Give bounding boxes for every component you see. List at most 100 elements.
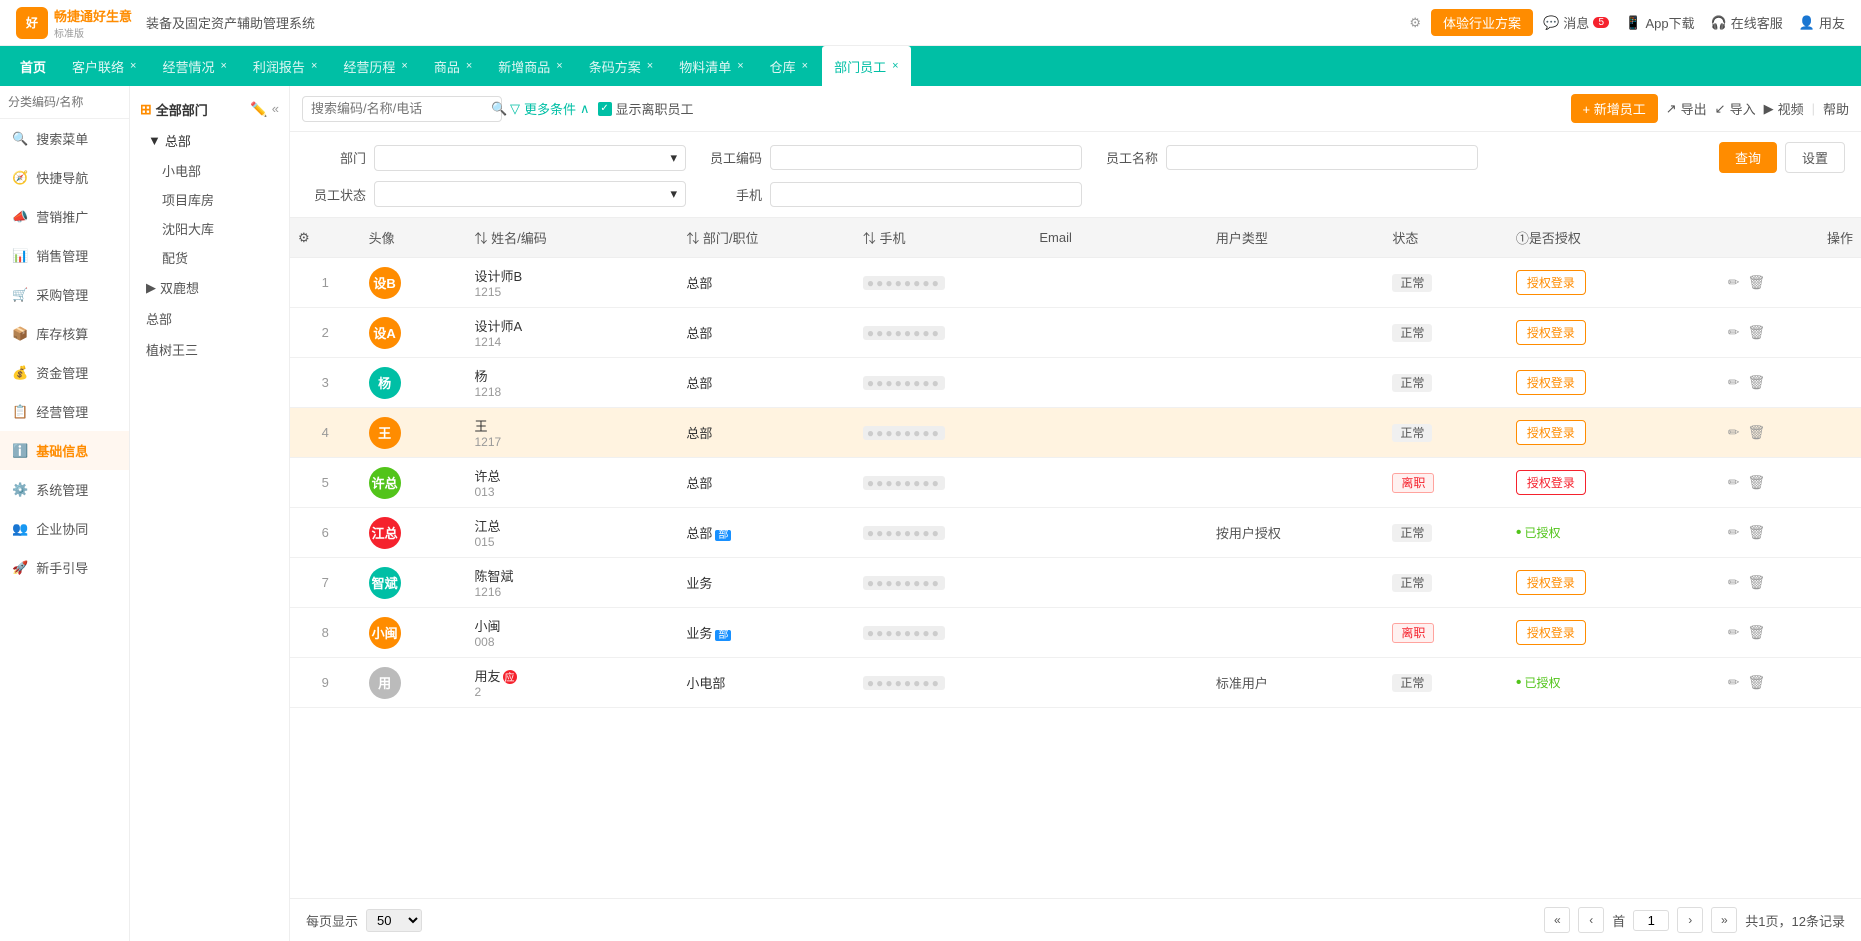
import-btn[interactable]: ↙ 导入 [1715,99,1756,118]
dept-item-zongbu[interactable]: 总部 [130,303,289,334]
edit-icon[interactable]: ✏ [1728,624,1740,641]
tab-customer[interactable]: 客户联络 × [60,46,148,86]
settings-icon[interactable]: ⚙ [1409,15,1421,31]
col-settings[interactable]: ⚙ [290,218,361,258]
status-select[interactable]: ▾ [374,181,686,207]
tab-history[interactable]: 经营历程 × [331,46,419,86]
auth-btn[interactable]: 授权登录 [1516,270,1586,295]
user-avatar[interactable]: 👤 用友 [1799,13,1845,32]
sidebar-item-basic-info[interactable]: ℹ️基础信息 [0,431,129,470]
auth-btn[interactable]: 授权登录 [1516,370,1586,395]
delete-icon[interactable]: 🗑 [1747,424,1765,441]
tab-operations[interactable]: 经营情况 × [150,46,238,86]
help-btn[interactable]: 帮助 [1823,99,1849,118]
dept-item-zhishu[interactable]: 植树王三 [130,334,289,365]
col-phone[interactable]: ⇅ 手机 [855,218,1032,258]
edit-icon[interactable]: ✏ [1728,324,1740,341]
sidebar-item-inventory[interactable]: 📦库存核算 [0,314,129,353]
edit-icon[interactable]: ✏ [1728,574,1740,591]
sidebar-item-purchase[interactable]: 🛒采购管理 [0,275,129,314]
dept-item-shenyang[interactable]: 沈阳大库 [138,214,289,243]
delete-icon[interactable]: 🗑 [1747,524,1765,541]
dept-select[interactable]: ▾ [374,145,686,171]
sidebar-item-search[interactable]: 🔍搜索菜单 [0,119,129,158]
next-page-btn[interactable]: › [1677,907,1703,933]
sidebar-search-input[interactable] [8,95,130,109]
all-dept-label[interactable]: 全部部门 [156,100,208,119]
col-actions: 操作 [1720,218,1861,258]
auth-btn[interactable]: 授权登录 [1516,320,1586,345]
col-dept[interactable]: ⇅ 部门/职位 [678,218,855,258]
trial-button[interactable]: 体验行业方案 [1431,9,1533,36]
tab-goods[interactable]: 商品 × [422,46,484,86]
sidebar-item-navigation[interactable]: 🧭快捷导航 [0,158,129,197]
search-input[interactable] [311,101,487,116]
set-btn[interactable]: 设置 [1785,142,1845,173]
tab-staff[interactable]: 部门员工 × [822,46,910,86]
status-badge: 正常 [1392,524,1432,542]
employee-code-input[interactable] [770,145,1082,170]
last-page-btn[interactable]: » [1711,907,1737,933]
sidebar-item-system[interactable]: ⚙️系统管理 [0,470,129,509]
edit-icon[interactable]: ✏ [1728,524,1740,541]
search-icon[interactable]: 🔍 [491,101,507,117]
employee-name-input[interactable] [1166,145,1478,170]
app-download-btn[interactable]: 📱 App下载 [1625,13,1694,32]
more-filter-btn[interactable]: ▽ 更多条件 ∧ [510,99,590,118]
status-badge: 正常 [1392,674,1432,692]
delete-icon[interactable]: 🗑 [1747,324,1765,341]
sidebar-item-guide[interactable]: 🚀新手引导 [0,548,129,587]
sidebar-item-marketing[interactable]: 📣营销推广 [0,197,129,236]
col-auth-cell: 已授权 [1508,658,1720,708]
add-employee-btn[interactable]: + 新增员工 [1571,94,1658,123]
delete-icon[interactable]: 🗑 [1747,574,1765,591]
dept-item-peihuo[interactable]: 配货 [138,243,289,272]
per-page-select[interactable]: 50 100 [366,909,422,932]
tab-bom[interactable]: 物料清单 × [667,46,755,86]
employee-name: 小闽 [475,616,671,635]
edit-icon[interactable]: ✏ [1728,674,1740,691]
dept-item-project[interactable]: 项目库房 [138,185,289,214]
auth-btn[interactable]: 授权登录 [1516,420,1586,445]
auth-btn[interactable]: 授权登录 [1516,620,1586,645]
message-btn[interactable]: 💬 消息 5 [1543,13,1609,32]
col-name[interactable]: ⇅ 姓名/编码 [467,218,679,258]
sidebar-item-sales[interactable]: 📊销售管理 [0,236,129,275]
delete-icon[interactable]: 🗑 [1747,374,1765,391]
edit-icon[interactable]: ✏ [1728,374,1740,391]
employee-code: 1218 [475,385,671,399]
show-resigned-check[interactable]: ✓ 显示离职员工 [598,99,694,118]
query-btn[interactable]: 查询 [1719,142,1777,173]
export-btn[interactable]: ↗ 导出 [1666,99,1707,118]
edit-icon[interactable]: ✏ [1728,274,1740,291]
edit-icon[interactable]: ✏ [1728,474,1740,491]
dept-collapse-icon[interactable]: « [272,101,279,118]
phone-input[interactable] [770,182,1082,207]
delete-icon[interactable]: 🗑 [1747,624,1765,641]
delete-icon[interactable]: 🗑 [1747,274,1765,291]
first-page-btn[interactable]: « [1544,907,1570,933]
table-row: 9 用 用友应 2 小电部 ●●●●●●●● 标准用户 正常 已授权 ✏ 🗑 [290,658,1861,708]
auth-btn[interactable]: 授权登录 [1516,570,1586,595]
tab-warehouse[interactable]: 仓库 × [758,46,820,86]
dept-edit-icon[interactable]: ✏️ [250,101,267,118]
dept-item-xiaodian[interactable]: 小电部 [138,156,289,185]
prev-page-btn[interactable]: ‹ [1578,907,1604,933]
sidebar-item-finance[interactable]: 💰资金管理 [0,353,129,392]
delete-icon[interactable]: 🗑 [1747,674,1765,691]
dept-item-shuanglu[interactable]: ▶ 双鹿想 [130,272,289,303]
delete-icon[interactable]: 🗑 [1747,474,1765,491]
online-service-btn[interactable]: 🎧 在线客服 [1711,13,1783,32]
page-number-input[interactable] [1633,910,1669,931]
sidebar-item-management[interactable]: 📋经营管理 [0,392,129,431]
main-content: 🔍 ▽ 更多条件 ∧ ✓ 显示离职员工 + 新增员工 ↗ [290,86,1861,941]
tab-home[interactable]: 首页 [8,46,58,86]
edit-icon[interactable]: ✏ [1728,424,1740,441]
sidebar-item-collaboration[interactable]: 👥企业协同 [0,509,129,548]
tab-barcode[interactable]: 条码方案 × [577,46,665,86]
tab-new-goods[interactable]: 新增商品 × [486,46,574,86]
auth-btn[interactable]: 授权登录 [1516,470,1586,495]
view-btn[interactable]: ▶ 视频 [1764,99,1804,118]
dept-group-head-label[interactable]: ▼ 总部 [138,125,289,156]
tab-profit[interactable]: 利润报告 × [241,46,329,86]
